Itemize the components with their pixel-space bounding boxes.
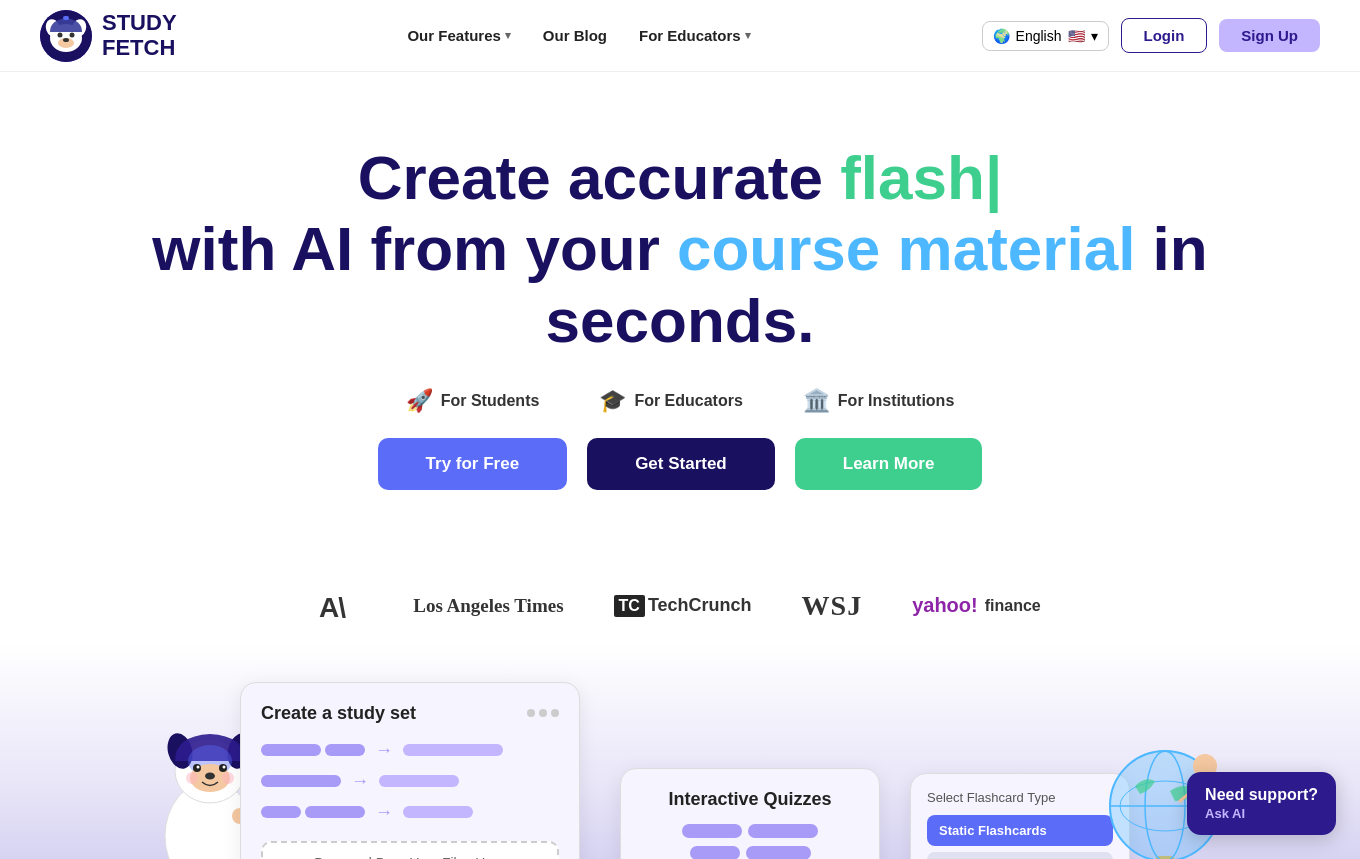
card-row: → (261, 771, 559, 792)
logo[interactable]: STUDY FETCH (40, 10, 177, 62)
arrow-icon: → (351, 771, 369, 792)
svg-point-19 (197, 765, 200, 768)
nav-right: 🌍 English 🇺🇸 ▾ Login Sign Up (982, 18, 1320, 53)
svg-point-7 (70, 32, 75, 37)
press-logos: A\ Los Angeles Times TC TechCrunch WSJ y… (0, 550, 1360, 642)
try-free-button[interactable]: Try for Free (378, 438, 568, 490)
nav-our-features[interactable]: Our Features ▾ (395, 21, 522, 50)
anthropic-logo: A\ (319, 591, 363, 621)
globe-icon: 🌍 (993, 28, 1010, 44)
get-started-button[interactable]: Get Started (587, 438, 775, 490)
navigation: STUDY FETCH Our Features ▾ Our Blog For … (0, 0, 1360, 72)
chevron-down-icon: ▾ (745, 29, 751, 42)
dynamic-flashcard-option[interactable]: Dynamic Flashcards (927, 852, 1113, 859)
svg-point-21 (205, 772, 215, 779)
static-flashcard-option[interactable]: Static Flashcards (927, 815, 1113, 846)
svg-point-5 (63, 38, 69, 42)
los-angeles-times-logo: Los Angeles Times (413, 595, 563, 617)
tab-students[interactable]: 🚀 For Students (406, 388, 540, 414)
card-rows: → → → (261, 740, 559, 823)
drag-drop-zone[interactable]: Drag and Drop Your Files Here (261, 841, 559, 859)
graduation-icon: 🎓 (599, 388, 626, 414)
hero-title: Create accurate flash| with AI from your… (20, 142, 1340, 356)
hero-section: Create accurate flash| with AI from your… (0, 72, 1360, 550)
svg-point-20 (223, 765, 226, 768)
logo-svg (40, 10, 92, 62)
cards-row: Create a study set → (220, 642, 1140, 859)
svg-rect-8 (63, 16, 69, 20)
language-selector[interactable]: 🌍 English 🇺🇸 ▾ (982, 21, 1109, 51)
chevron-down-icon: ▾ (505, 29, 511, 42)
institution-icon: 🏛️ (803, 388, 830, 414)
yahoo-finance-logo: yahoo! finance (912, 594, 1041, 617)
svg-point-6 (58, 32, 63, 37)
signup-button[interactable]: Sign Up (1219, 19, 1320, 52)
nav-links: Our Features ▾ Our Blog For Educators ▾ (395, 21, 762, 50)
nav-for-educators[interactable]: For Educators ▾ (627, 21, 763, 50)
nav-our-blog[interactable]: Our Blog (531, 21, 619, 50)
flag-icon: 🇺🇸 (1068, 28, 1085, 44)
support-widget[interactable]: Need support? Ask AI (1187, 772, 1336, 835)
card-row: → (261, 802, 559, 823)
svg-point-22 (186, 772, 198, 784)
svg-point-23 (222, 772, 234, 784)
study-set-card: Create a study set → (240, 682, 580, 859)
quiz-card: Interactive Quizzes Current Set Progress… (620, 768, 880, 859)
arrow-icon: → (375, 740, 393, 761)
techcrunch-logo: TC TechCrunch (614, 595, 752, 617)
quiz-bars (641, 824, 859, 859)
audience-tabs: 🚀 For Students 🎓 For Educators 🏛️ For In… (406, 388, 955, 414)
tab-institutions[interactable]: 🏛️ For Institutions (803, 388, 954, 414)
chevron-down-icon: ▾ (1091, 28, 1098, 44)
action-buttons: Try for Free Get Started Learn More (378, 438, 983, 490)
audience-section: 🚀 For Students 🎓 For Educators 🏛️ For In… (20, 388, 1340, 490)
svg-text:A\: A\ (319, 592, 346, 621)
arrow-icon: → (375, 802, 393, 823)
learn-more-button[interactable]: Learn More (795, 438, 983, 490)
logo-text: STUDY FETCH (102, 11, 177, 59)
wsj-logo: WSJ (802, 590, 863, 622)
login-button[interactable]: Login (1121, 18, 1208, 53)
card-menu-dots[interactable] (527, 709, 559, 717)
tab-educators[interactable]: 🎓 For Educators (599, 388, 742, 414)
card-row: → (261, 740, 559, 761)
logo-icon (40, 10, 92, 62)
illustration-section: Create a study set → (0, 642, 1360, 859)
illustration-wrapper: Create a study set → (80, 642, 1280, 859)
rocket-icon: 🚀 (406, 388, 433, 414)
